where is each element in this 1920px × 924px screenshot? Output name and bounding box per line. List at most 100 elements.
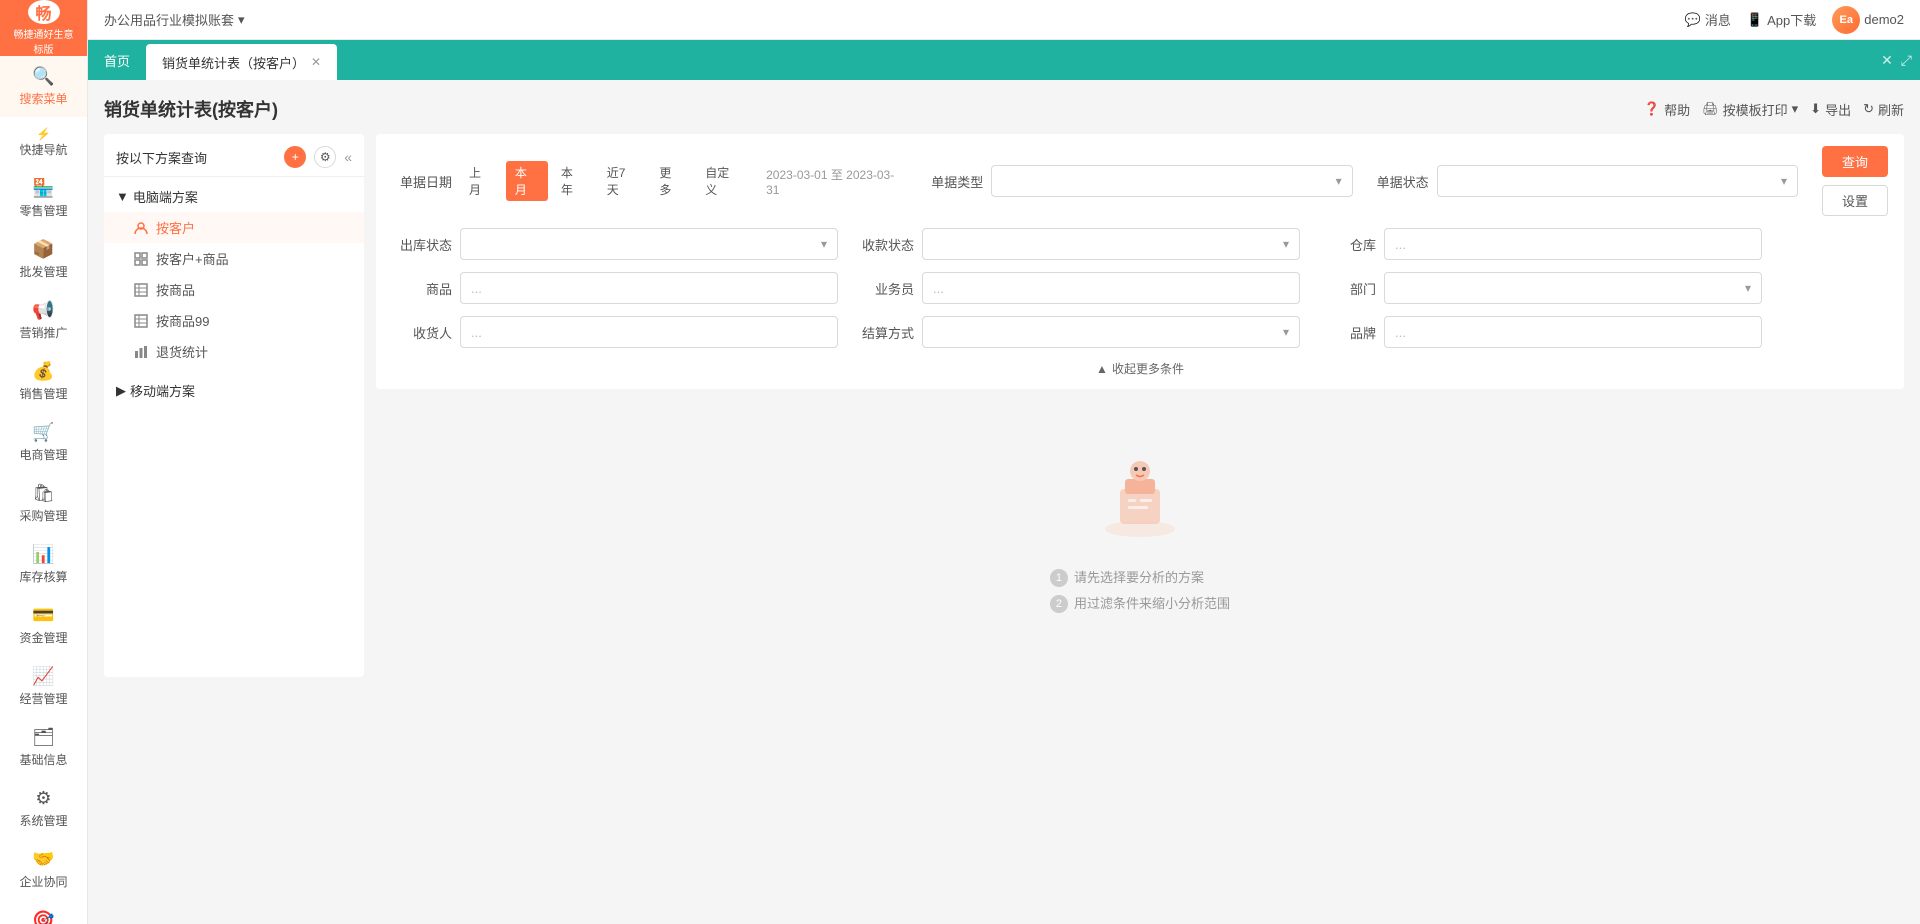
sidebar-item-basic[interactable]: 🗂 基础信息 [0, 717, 87, 778]
print-btn[interactable]: 🖨 按模板打印 ▾ [1702, 100, 1798, 119]
refresh-label: 刷新 [1878, 100, 1904, 119]
salesperson-placeholder: ... [933, 281, 944, 296]
barchart-scheme-icon [132, 343, 150, 361]
page-header: 销货单统计表(按客户) ❓ 帮助 🖨 按模板打印 ▾ ⬇ 导出 ↻ 刷新 [104, 96, 1904, 122]
sidebar-item-wholesale[interactable]: 📦 批发管理 [0, 229, 87, 290]
shortcut-this-month[interactable]: 本月 [506, 161, 548, 201]
app-download-btn[interactable]: 📱 App下载 [1747, 10, 1816, 29]
export-btn[interactable]: ⬇ 导出 [1810, 100, 1851, 119]
message-btn[interactable]: 💬 消息 [1685, 10, 1731, 29]
system-label: 系统管理 [19, 812, 67, 829]
goods-input[interactable]: ... [460, 272, 838, 304]
marketing-label: 营销推广 [19, 324, 67, 341]
scheme-item-by-goods[interactable]: 按商品 [104, 274, 364, 305]
receipt-status-select[interactable]: ▾ [922, 228, 1300, 260]
shortcut-custom[interactable]: 自定义 [696, 161, 750, 201]
tab-home[interactable]: 首页 [88, 40, 146, 80]
sidebar-item-enterprise[interactable]: 🤝 企业协同 [0, 839, 87, 900]
sidebar-item-system[interactable]: ⚙ 系统管理 [0, 778, 87, 839]
maximize-icon[interactable]: ⤢ [1901, 52, 1912, 69]
sidebar-item-retail[interactable]: 🏪 零售管理 [0, 168, 87, 229]
logo-icon: 畅 [28, 0, 60, 24]
quicknav-label: 快捷导航 [19, 141, 67, 158]
sidebar-item-quicknav[interactable]: ⚡ 快捷导航 [0, 117, 87, 168]
sidebar-search[interactable]: 🔍 搜索菜单 [0, 56, 87, 117]
shortcut-7days[interactable]: 近7天 [598, 161, 647, 201]
scheme-item-return-stat[interactable]: 退货统计 [104, 336, 364, 367]
hint-item-2: 2 用过滤条件来缩小分析范围 [1050, 591, 1230, 617]
retail-icon: 🏪 [32, 178, 54, 199]
salesperson-field: 业务员 ... [854, 272, 1300, 304]
page-actions: ❓ 帮助 🖨 按模板打印 ▾ ⬇ 导出 ↻ 刷新 [1644, 100, 1904, 119]
scheme-collapse-btn[interactable]: « [344, 149, 352, 165]
shortcut-this-year[interactable]: 本年 [552, 161, 594, 201]
user-profile[interactable]: Ea demo2 [1832, 6, 1904, 34]
collapse-label: 收起更多条件 [1112, 360, 1184, 377]
scheme-settings-btn[interactable]: ⚙ [314, 146, 336, 168]
date-shortcuts: 上月 本月 本年 近7天 更多 自定义 [460, 161, 750, 201]
help-label: 帮助 [1664, 100, 1690, 119]
scheme-group-mobile-title[interactable]: ▶ 移动端方案 [104, 375, 364, 406]
collapse-row: ▲ 收起更多条件 [392, 360, 1888, 377]
salesperson-input[interactable]: ... [922, 272, 1300, 304]
sidebar-item-finance[interactable]: 💳 资金管理 [0, 595, 87, 656]
content-area: 销货单统计表(按客户) ❓ 帮助 🖨 按模板打印 ▾ ⬇ 导出 ↻ 刷新 [88, 80, 1920, 924]
scheme-item-label-3: 按商品 [156, 280, 195, 299]
tab-sales-stat[interactable]: 销货单统计表（按客户） ✕ [146, 44, 337, 80]
scheme-group-mobile: ▶ 移动端方案 [104, 371, 364, 410]
dept-label: 部门 [1316, 279, 1376, 298]
help-icon: ❓ [1644, 101, 1660, 117]
user-scheme-icon [132, 219, 150, 237]
tab-close-btn[interactable]: ✕ [311, 55, 321, 69]
payment-select[interactable]: ▾ [922, 316, 1300, 348]
scheme-item-by-goods-99[interactable]: 按商品99 [104, 305, 364, 336]
scheme-add-btn[interactable]: + [284, 146, 306, 168]
close-window-icon[interactable]: ✕ [1881, 52, 1893, 69]
query-btn[interactable]: 查询 [1822, 146, 1888, 177]
sidebar-item-ops[interactable]: 📈 经营管理 [0, 656, 87, 717]
message-icon: 💬 [1685, 12, 1701, 28]
sidebar-item-purchase[interactable]: 🛍 采购管理 [0, 473, 87, 534]
logo-text: 畅捷通好生意 [14, 26, 74, 41]
shortcut-last-month[interactable]: 上月 [460, 161, 502, 201]
account-dropdown[interactable]: 办公用品行业模拟账套 ▾ [104, 10, 245, 29]
refresh-btn[interactable]: ↻ 刷新 [1863, 100, 1904, 119]
doc-type-select[interactable]: ▾ [991, 165, 1352, 197]
refresh-icon: ↻ [1863, 101, 1874, 117]
warehouse-field: 仓库 ... [1316, 228, 1762, 260]
collapse-up-icon: ▲ [1096, 362, 1108, 376]
home-tab-label: 首页 [104, 51, 130, 70]
ship-status-select[interactable]: ▾ [460, 228, 838, 260]
payment-arrow: ▾ [1283, 325, 1289, 339]
collapse-icon: « [344, 149, 352, 165]
mobile-group-label: 移动端方案 [130, 381, 195, 400]
scheme-item-by-customer[interactable]: 按客户 [104, 212, 364, 243]
scheme-group-desktop-title[interactable]: ▼ 电脑端方案 [104, 181, 364, 212]
settings-btn[interactable]: 设置 [1822, 185, 1888, 216]
consignee-input[interactable]: ... [460, 316, 838, 348]
empty-state: 1 请先选择要分析的方案 2 用过滤条件来缩小分析范围 [376, 389, 1904, 677]
sidebar-item-inventory[interactable]: 📊 库存核算 [0, 534, 87, 595]
brand-input[interactable]: ... [1384, 316, 1762, 348]
empty-illustration [1090, 449, 1190, 549]
sidebar-item-ecommerce[interactable]: 🛒 电商管理 [0, 412, 87, 473]
basic-icon: 🗂 [32, 727, 55, 748]
consignee-field: 收货人 ... [392, 316, 838, 348]
print-dropdown-arrow: ▾ [1792, 101, 1799, 117]
sidebar-item-newbie[interactable]: 🎯 新手引导 [0, 900, 87, 924]
dept-select[interactable]: ▾ [1384, 272, 1762, 304]
retail-label: 零售管理 [19, 202, 67, 219]
shortcut-more[interactable]: 更多 [650, 161, 692, 201]
scheme-item-by-customer-goods[interactable]: 按客户+商品 [104, 243, 364, 274]
dept-field: 部门 ▾ [1316, 272, 1762, 304]
collapse-btn[interactable]: ▲ 收起更多条件 [1096, 360, 1184, 377]
help-btn[interactable]: ❓ 帮助 [1644, 100, 1690, 119]
date-field: 单据日期 上月 本月 本年 近7天 更多 自定义 20 [392, 161, 907, 201]
doc-status-select[interactable]: ▾ [1437, 165, 1798, 197]
sidebar-item-sales[interactable]: 💰 销售管理 [0, 351, 87, 412]
warehouse-input[interactable]: ... [1384, 228, 1762, 260]
sidebar-item-marketing[interactable]: 📢 营销推广 [0, 290, 87, 351]
scheme-actions: + ⚙ [284, 146, 336, 168]
quicknav-icon: ⚡ [36, 127, 51, 141]
content-inner: 按以下方案查询 + ⚙ « ▼ [104, 134, 1904, 677]
